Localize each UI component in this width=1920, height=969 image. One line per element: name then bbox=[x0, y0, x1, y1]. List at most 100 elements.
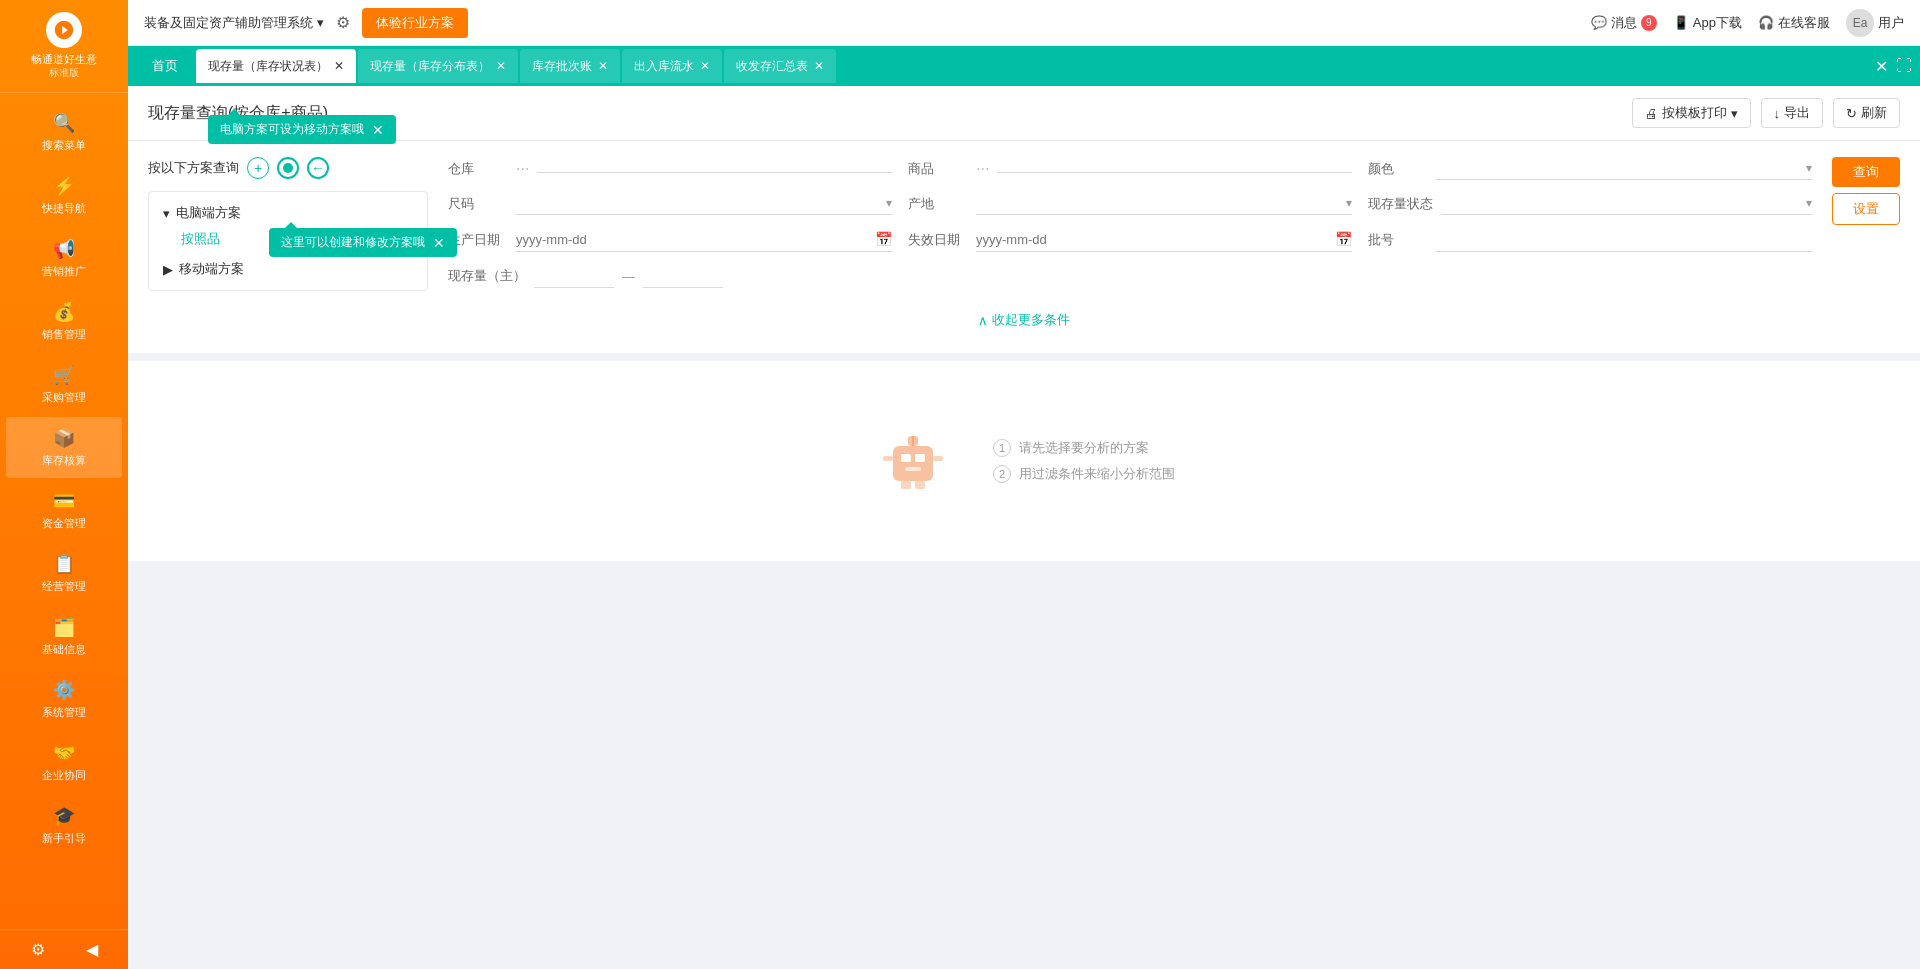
settings-icon[interactable]: ⚙ bbox=[336, 13, 350, 32]
filter-circle-button[interactable] bbox=[277, 157, 299, 179]
sidebar-logo: 畅通道好生意 标准版 bbox=[0, 0, 128, 93]
svg-rect-7 bbox=[933, 456, 943, 461]
tab-fullscreen-icon[interactable]: ⛶ bbox=[1896, 57, 1912, 76]
online-service-item[interactable]: 🎧 在线客服 bbox=[1758, 14, 1830, 32]
system-select[interactable]: 装备及固定资产辅助管理系统 ▾ bbox=[144, 14, 324, 32]
message-item[interactable]: 💬 消息 9 bbox=[1591, 14, 1657, 32]
sidebar-item-quick-nav[interactable]: ⚡ 快捷导航 bbox=[6, 165, 122, 226]
tab-recv-summary[interactable]: 收发存汇总表 ✕ bbox=[724, 49, 836, 83]
sidebar-collapse-btn[interactable]: ◀ bbox=[86, 940, 98, 959]
tab-inventory-dist[interactable]: 现存量（库存分布表） ✕ bbox=[358, 49, 518, 83]
guide-icon: 🎓 bbox=[53, 805, 75, 827]
experience-button[interactable]: 体验行业方案 bbox=[362, 8, 468, 38]
expire-date-label: 失效日期 bbox=[908, 231, 968, 249]
product-label: 商品 bbox=[908, 160, 968, 178]
stock-qty-min-field[interactable] bbox=[534, 264, 614, 288]
sidebar-item-basic[interactable]: 🗂️ 基础信息 bbox=[6, 606, 122, 667]
product-more-icon[interactable]: ··· bbox=[976, 160, 989, 178]
sidebar-settings-btn[interactable]: ⚙ bbox=[31, 940, 45, 959]
size-select[interactable]: ▾ bbox=[516, 192, 892, 215]
hint-text-2: 用过滤条件来缩小分析范围 bbox=[1019, 465, 1175, 483]
tab-close-icon[interactable]: ✕ bbox=[496, 59, 506, 73]
tooltip-close-icon[interactable]: ✕ bbox=[372, 122, 384, 138]
warehouse-select[interactable] bbox=[537, 164, 892, 173]
sidebar-item-enterprise[interactable]: 🤝 企业协同 bbox=[6, 732, 122, 793]
search-button[interactable]: 查询 bbox=[1832, 157, 1900, 187]
scheme-item-mobile[interactable]: ▶ 移动端方案 bbox=[157, 256, 419, 282]
collapse-label: 收起更多条件 bbox=[992, 311, 1070, 329]
avatar: Ea bbox=[1846, 9, 1874, 37]
tooltip-scheme-create: 这里可以创建和修改方案哦 ✕ bbox=[269, 228, 457, 257]
chevron-up-icon: ∧ bbox=[978, 313, 988, 328]
scheme-mobile-label: 移动端方案 bbox=[179, 260, 244, 278]
sidebar-item-label: 资金管理 bbox=[42, 516, 86, 531]
filter-item-expire-date: 失效日期 📅 bbox=[908, 227, 1352, 252]
app-download-item[interactable]: 📱 App下载 bbox=[1673, 14, 1742, 32]
sidebar-item-operation[interactable]: 📋 经营管理 bbox=[6, 543, 122, 604]
tab-home[interactable]: 首页 bbox=[136, 46, 194, 86]
batch-label: 批号 bbox=[1368, 231, 1428, 249]
main-content: 装备及固定资产辅助管理系统 ▾ ⚙ 体验行业方案 💬 消息 9 📱 App下载 … bbox=[128, 0, 1920, 969]
tab-close-icon[interactable]: ✕ bbox=[334, 59, 344, 73]
quick-nav-icon: ⚡ bbox=[53, 175, 75, 197]
tab-close-all-icon[interactable]: ✕ bbox=[1875, 57, 1888, 76]
user-label: 用户 bbox=[1878, 14, 1904, 32]
empty-state-container: 1 请先选择要分析的方案 2 用过滤条件来缩小分析范围 bbox=[128, 361, 1920, 561]
search-menu-icon: 🔍 bbox=[53, 112, 75, 134]
sidebar-item-finance[interactable]: 💳 资金管理 bbox=[6, 480, 122, 541]
tab-inventory-status[interactable]: 现存量（库存状况表） ✕ bbox=[196, 49, 356, 83]
print-button[interactable]: 🖨 按模板打印 ▾ bbox=[1632, 98, 1751, 128]
filter-row-2: 尺码 ▾ 产地 ▾ bbox=[448, 192, 1812, 215]
message-badge: 9 bbox=[1641, 15, 1657, 31]
warehouse-more-icon[interactable]: ··· bbox=[516, 160, 529, 178]
sidebar-item-guide[interactable]: 🎓 新手引导 bbox=[6, 795, 122, 856]
sidebar-item-label: 企业协同 bbox=[42, 768, 86, 783]
tooltip2-close-icon[interactable]: ✕ bbox=[433, 235, 445, 251]
hint-num-1: 1 bbox=[993, 439, 1011, 457]
filter-item-stock-qty: 现存量（主） — bbox=[448, 264, 892, 288]
sidebar-item-label: 库存核算 bbox=[42, 453, 86, 468]
color-select[interactable]: ▾ bbox=[1436, 157, 1812, 180]
filter-item-origin: 产地 ▾ bbox=[908, 192, 1352, 215]
product-select[interactable] bbox=[997, 164, 1352, 173]
tab-close-icon[interactable]: ✕ bbox=[814, 59, 824, 73]
sidebar-item-search-menu[interactable]: 🔍 搜索菜单 bbox=[6, 102, 122, 163]
expire-date-input[interactable]: 📅 bbox=[976, 227, 1352, 252]
collapse-bar[interactable]: ∧ 收起更多条件 bbox=[148, 303, 1900, 337]
expire-date-field[interactable] bbox=[976, 232, 1331, 247]
stock-status-select[interactable]: ▾ bbox=[1441, 192, 1812, 215]
tab-close-icon[interactable]: ✕ bbox=[700, 59, 710, 73]
sidebar-item-inventory[interactable]: 📦 库存核算 bbox=[6, 417, 122, 478]
enterprise-icon: 🤝 bbox=[53, 742, 75, 764]
tab-batch-ledger[interactable]: 库存批次账 ✕ bbox=[520, 49, 620, 83]
size-dropdown-icon: ▾ bbox=[886, 196, 892, 210]
tooltip-text: 电脑方案可设为移动方案哦 bbox=[220, 121, 364, 138]
user-item[interactable]: Ea 用户 bbox=[1846, 9, 1904, 37]
tab-close-icon[interactable]: ✕ bbox=[598, 59, 608, 73]
sidebar-item-system[interactable]: ⚙️ 系统管理 bbox=[6, 669, 122, 730]
tab-in-out-flow[interactable]: 出入库流水 ✕ bbox=[622, 49, 722, 83]
logo-text: 畅通道好生意 bbox=[31, 52, 97, 66]
tab-label: 库存批次账 bbox=[532, 58, 592, 75]
batch-field[interactable] bbox=[1436, 228, 1812, 252]
sidebar-item-label: 新手引导 bbox=[42, 831, 86, 846]
expire-date-calendar-icon[interactable]: 📅 bbox=[1335, 231, 1352, 247]
export-button[interactable]: ↓ 导出 bbox=[1761, 98, 1824, 128]
basic-icon: 🗂️ bbox=[53, 616, 75, 638]
print-dropdown-icon: ▾ bbox=[1731, 106, 1738, 121]
sidebar-item-purchase[interactable]: 🛒 采购管理 bbox=[6, 354, 122, 415]
origin-select[interactable]: ▾ bbox=[976, 192, 1352, 215]
filter-add-button[interactable]: + bbox=[247, 157, 269, 179]
sidebar-item-marketing[interactable]: 📢 营销推广 bbox=[6, 228, 122, 289]
empty-illustration bbox=[873, 421, 953, 501]
sidebar-item-sales[interactable]: 💰 销售管理 bbox=[6, 291, 122, 352]
prod-date-calendar-icon[interactable]: 📅 bbox=[875, 231, 892, 247]
filter-settings-button[interactable]: 设置 bbox=[1832, 193, 1900, 225]
filter-arrow-button[interactable]: ← bbox=[307, 157, 329, 179]
prod-date-input[interactable]: 📅 bbox=[516, 227, 892, 252]
filter-row-1: 仓库 ··· 商品 ··· bbox=[448, 157, 1812, 180]
stock-qty-max-field[interactable] bbox=[643, 264, 723, 288]
printer-icon: 🖨 bbox=[1645, 106, 1658, 121]
prod-date-field[interactable] bbox=[516, 232, 871, 247]
refresh-button[interactable]: ↻ 刷新 bbox=[1833, 98, 1900, 128]
